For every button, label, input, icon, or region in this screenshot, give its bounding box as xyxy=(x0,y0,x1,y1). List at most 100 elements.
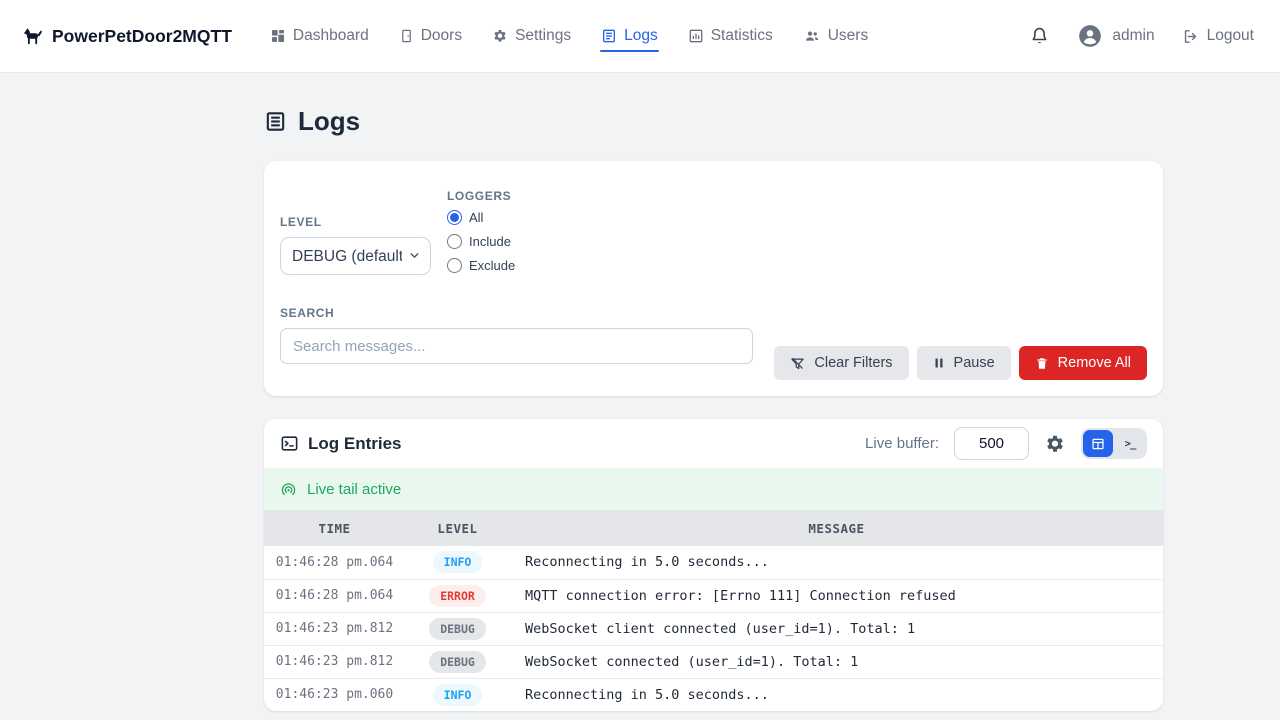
log-level-cell: DEBUG xyxy=(405,644,510,678)
level-label: LEVEL xyxy=(280,215,322,229)
filter-actions: Clear Filters Pause Remove All xyxy=(774,346,1147,380)
terminal-view-icon: >_ xyxy=(1124,437,1137,450)
level-badge: DEBUG xyxy=(429,617,486,640)
logs-page-icon xyxy=(264,110,287,133)
live-buffer-input[interactable] xyxy=(954,427,1029,460)
log-entries-controls: Live buffer: 500 >_ xyxy=(865,427,1147,460)
radio-exclude[interactable] xyxy=(447,257,462,273)
loggers-label: LOGGERS xyxy=(447,189,512,203)
app-brand[interactable]: PowerPetDoor2MQTT xyxy=(22,26,232,47)
bar-chart-icon xyxy=(688,28,704,44)
nav-item-settings[interactable]: Settings xyxy=(492,0,571,72)
table-view-icon xyxy=(1091,437,1105,451)
nav-label: Dashboard xyxy=(292,27,369,44)
log-message: Reconnecting in 5.0 seconds... xyxy=(510,677,1163,711)
column-header-message[interactable]: MESSAGE xyxy=(510,510,1163,546)
dog-icon xyxy=(22,26,43,47)
terminal-view-button[interactable]: >_ xyxy=(1115,430,1145,457)
live-tail-banner: Live tail active xyxy=(264,468,1163,510)
clear-filters-label: Clear Filters xyxy=(814,355,893,371)
loggers-radio-exclude[interactable]: Exclude xyxy=(447,255,515,275)
log-entries-header: Log Entries Live buffer: 500 >_ xyxy=(264,419,1163,468)
radio-all[interactable] xyxy=(447,209,462,225)
level-badge: INFO xyxy=(432,683,483,706)
settings-gear-icon[interactable] xyxy=(1044,433,1066,455)
clear-filters-button[interactable]: Clear Filters xyxy=(774,346,909,380)
log-time: 01:46:23 pm.812 xyxy=(264,644,405,678)
search-label: SEARCH xyxy=(280,306,335,320)
loggers-filter-group: LOGGERS All Include Exclude xyxy=(447,189,515,275)
remove-all-button[interactable]: Remove All xyxy=(1018,346,1147,380)
log-table-header-row: TIME LEVEL MESSAGE xyxy=(264,510,1163,546)
nav-item-statistics[interactable]: Statistics xyxy=(688,0,773,72)
nav-item-logs[interactable]: Logs xyxy=(600,0,659,72)
pause-button[interactable]: Pause xyxy=(916,346,1011,380)
column-header-time[interactable]: TIME xyxy=(264,510,405,546)
live-buffer-label: Live buffer: xyxy=(865,435,939,452)
log-time: 01:46:23 pm.812 xyxy=(264,611,405,645)
live-tail-text: Live tail active xyxy=(307,480,402,498)
log-message: WebSocket connected (user_id=1). Total: … xyxy=(510,644,1163,678)
user-menu[interactable]: admin xyxy=(1077,23,1155,49)
log-level-cell: ERROR xyxy=(405,578,510,612)
gear-icon xyxy=(492,28,508,44)
loggers-radio-all[interactable]: All xyxy=(447,207,515,227)
filter-x-icon xyxy=(790,356,805,371)
main-nav: Dashboard Doors Settings Logs Statistics… xyxy=(270,0,868,72)
remove-all-label: Remove All xyxy=(1057,355,1131,371)
log-entries-title-group: Log Entries xyxy=(280,434,402,454)
radio-include[interactable] xyxy=(447,233,462,249)
log-level-cell: INFO xyxy=(405,546,510,579)
nav-item-users[interactable]: Users xyxy=(803,0,868,72)
logs-doc-icon xyxy=(601,28,617,44)
log-level-cell: DEBUG xyxy=(405,611,510,645)
level-filter-group: LEVEL DEBUG (default) xyxy=(280,215,431,275)
level-select[interactable]: DEBUG (default) xyxy=(280,237,431,275)
log-level-cell: INFO xyxy=(405,677,510,711)
trash-icon xyxy=(1035,356,1049,371)
loggers-radio-include[interactable]: Include xyxy=(447,231,515,251)
nav-label: Logs xyxy=(624,27,658,44)
log-time: 01:46:28 pm.064 xyxy=(264,578,405,612)
nav-item-dashboard[interactable]: Dashboard xyxy=(270,0,369,72)
brand-title: PowerPetDoor2MQTT xyxy=(52,25,232,46)
level-badge: INFO xyxy=(432,551,483,574)
log-row[interactable]: 01:46:23 pm.060 INFO Reconnecting in 5.0 s… xyxy=(264,677,1163,711)
log-time: 01:46:23 pm.060 xyxy=(264,677,405,711)
view-toggle: >_ xyxy=(1081,428,1147,459)
page-title-row: Logs xyxy=(264,106,1163,137)
pause-icon xyxy=(933,356,945,370)
filters-card: LEVEL DEBUG (default) LOGGERS All Includ… xyxy=(264,161,1163,396)
radio-label: All xyxy=(469,209,484,225)
table-view-button[interactable] xyxy=(1083,430,1113,457)
nav-label: Users xyxy=(827,27,869,44)
main-content: Logs LEVEL DEBUG (default) LOGGERS All I… xyxy=(264,106,1163,711)
log-message: Reconnecting in 5.0 seconds... xyxy=(525,554,769,571)
log-row[interactable]: 01:46:23 pm.812 DEBUG WebSocket connected … xyxy=(264,644,1163,678)
top-bar: PowerPetDoor2MQTT Dashboard Doors Settin… xyxy=(0,0,1280,73)
radio-label: Exclude xyxy=(469,257,516,273)
search-group: SEARCH xyxy=(280,306,753,364)
users-icon xyxy=(803,28,821,44)
nav-label: Statistics xyxy=(710,27,773,44)
nav-item-doors[interactable]: Doors xyxy=(399,0,462,72)
top-bar-right: admin Logout xyxy=(1029,23,1254,49)
notifications-bell-icon[interactable] xyxy=(1029,25,1050,47)
log-message: WebSocket client connected (user_id=1). … xyxy=(510,611,1163,645)
log-row[interactable]: 01:46:23 pm.812 DEBUG WebSocket client con… xyxy=(264,611,1163,645)
log-row[interactable]: 01:46:28 pm.064 INFO Reconnecting in 5.0 s… xyxy=(264,546,1163,579)
level-badge: ERROR xyxy=(429,584,486,607)
pause-label: Pause xyxy=(953,355,995,371)
log-message: MQTT connection error: [Errno 111] Conne… xyxy=(510,578,1163,612)
log-row[interactable]: 01:46:28 pm.064 ERROR MQTT connection erro… xyxy=(264,578,1163,612)
search-input[interactable] xyxy=(280,328,753,364)
live-signal-icon xyxy=(280,481,297,498)
column-header-level[interactable]: LEVEL xyxy=(405,510,510,546)
nav-label: Settings xyxy=(515,27,572,44)
logout-button[interactable]: Logout xyxy=(1182,27,1254,45)
terminal-square-icon xyxy=(280,434,299,453)
logout-label: Logout xyxy=(1206,27,1254,44)
avatar-icon xyxy=(1077,23,1103,49)
logout-icon xyxy=(1182,28,1199,45)
log-time: 01:46:28 pm.064 xyxy=(275,554,394,570)
